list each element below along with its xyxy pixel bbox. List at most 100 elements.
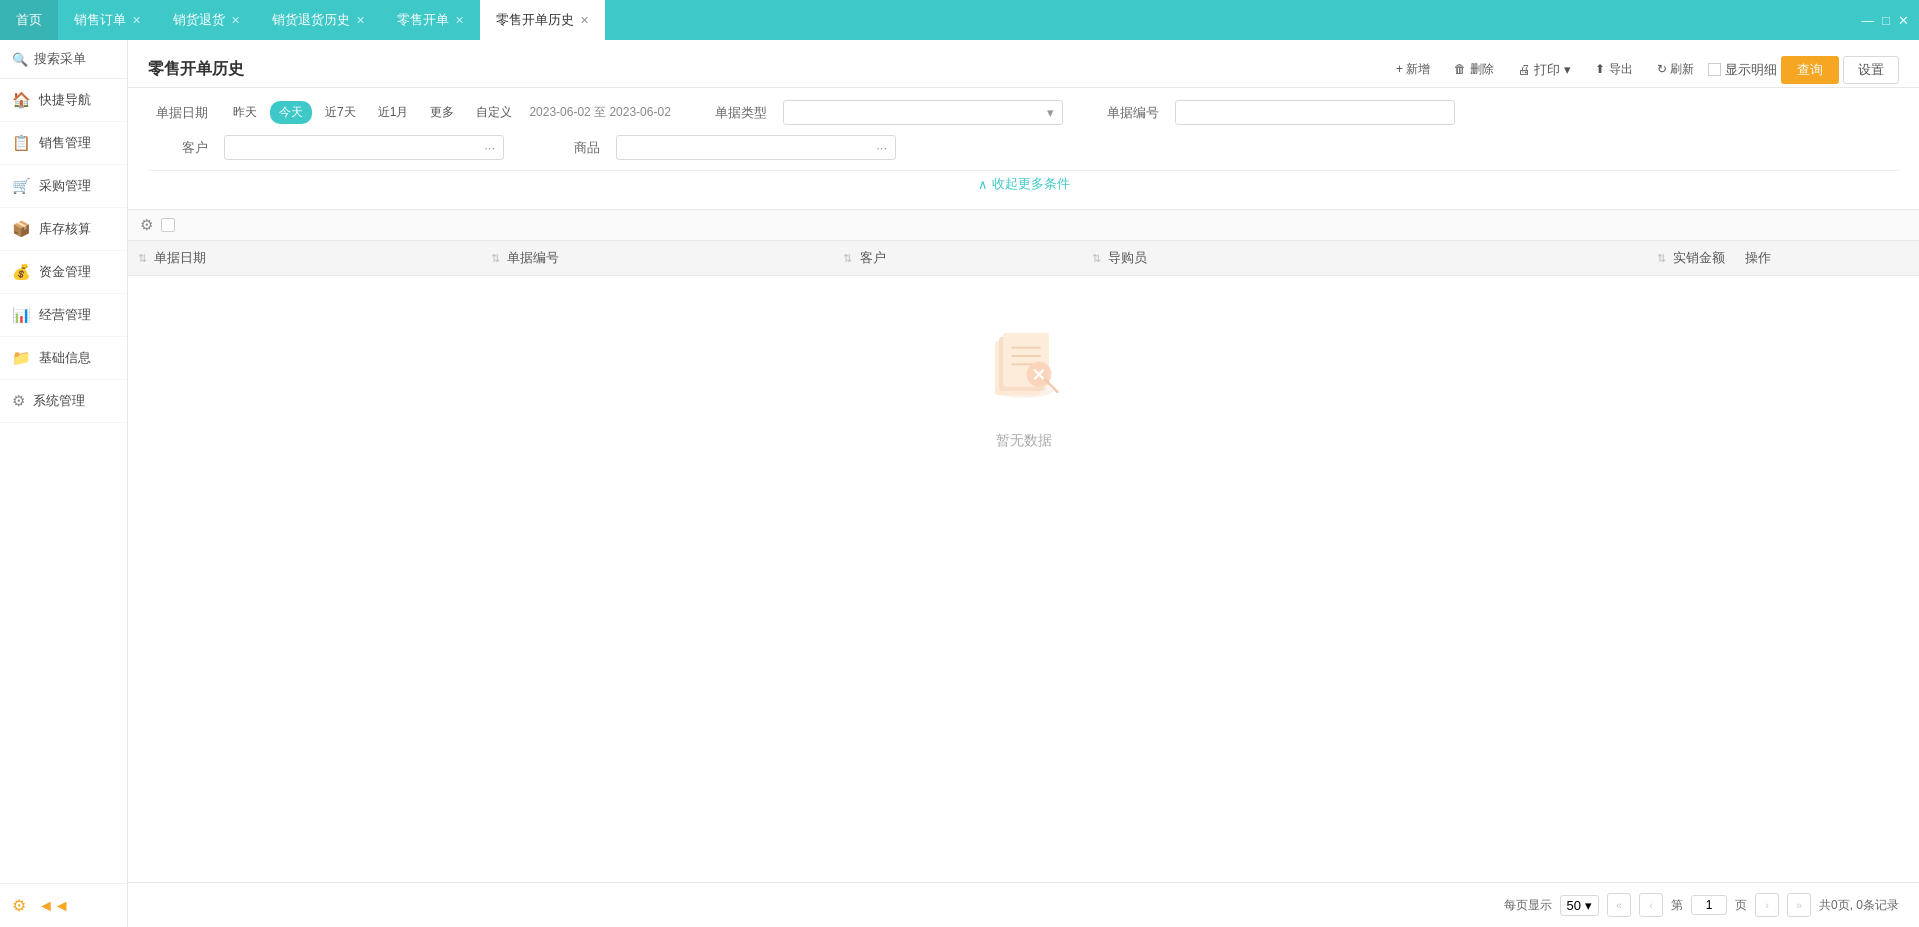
filter-date-buttons: 昨天 今天 近7天 近1月 更多 自定义 2023-06-02 至 2023-0…	[224, 101, 671, 124]
display-detail-toggle[interactable]: 显示明细	[1708, 61, 1777, 79]
print-label: 🖨 打印	[1518, 61, 1561, 79]
col-guide[interactable]: 导购员	[1082, 241, 1383, 276]
table-scroll-area[interactable]: 单据日期 单据编号 客户 导购员	[128, 241, 1919, 882]
toolbar: + 新增 🗑 删除 🖨 打印 ▾ ⬆ 导出 ↻ 刷新 显示明细 查询 设置	[1386, 56, 1899, 84]
display-detail-checkbox[interactable]	[1708, 63, 1721, 76]
next-page-btn[interactable]: ›	[1755, 893, 1779, 917]
table-area: ⚙ 单据日期 单据编号 客户	[128, 210, 1919, 882]
sidebar-item-purchase-mgmt[interactable]: 🛒 采购管理	[0, 165, 127, 208]
empty-state: 暂无数据	[128, 276, 1919, 490]
goods-filter-input-wrap: ···	[616, 135, 896, 160]
sidebar-item-purchase-mgmt-label: 采购管理	[39, 177, 91, 195]
goods-filter-label: 商品	[540, 139, 600, 157]
date-7days-btn[interactable]: 近7天	[316, 101, 365, 124]
pagination-total-info: 共0页, 0条记录	[1819, 897, 1899, 914]
query-button[interactable]: 查询	[1781, 56, 1839, 84]
display-detail-label: 显示明细	[1725, 61, 1777, 79]
settings-button[interactable]: 设置	[1843, 56, 1899, 84]
inventory-icon: 📦	[12, 220, 31, 238]
nav-tabs: 首页 销售订单 ✕ 销货退货 ✕ 销货退货历史 ✕ 零售开单 ✕ 零售开单历史 …	[0, 0, 1861, 40]
nav-tab-sales-return-close[interactable]: ✕	[231, 14, 240, 27]
customer-ellipsis-icon[interactable]: ···	[484, 140, 495, 155]
collapse-more-btn[interactable]: ∧ 收起更多条件	[148, 170, 1899, 197]
last-page-btn[interactable]: »	[1787, 893, 1811, 917]
goods-filter-input[interactable]	[625, 140, 876, 155]
settings-gear-icon[interactable]: ⚙	[12, 896, 26, 915]
per-page-arrow-icon: ▾	[1585, 898, 1592, 913]
select-all-checkbox[interactable]	[161, 218, 175, 232]
sidebar-item-inventory[interactable]: 📦 库存核算	[0, 208, 127, 251]
date-custom-btn[interactable]: 自定义	[467, 101, 521, 124]
nav-tab-sales-return-history-label: 销货退货历史	[272, 11, 350, 29]
col-amount[interactable]: 实销金额	[1383, 241, 1736, 276]
nav-tab-home[interactable]: 首页	[0, 0, 58, 40]
nav-tab-retail-open-label: 零售开单	[397, 11, 449, 29]
col-customer-label: 客户	[860, 250, 886, 265]
sidebar-item-ops-mgmt[interactable]: 📊 经营管理	[0, 294, 127, 337]
type-filter-select[interactable]: ▾	[783, 100, 1063, 125]
nav-tab-home-label: 首页	[16, 11, 42, 29]
main-layout: 🔍 搜索采单 🏠 快捷导航 📋 销售管理 🛒 采购管理 📦 库存核算 💰 资金管…	[0, 40, 1919, 927]
page-header: 零售开单历史 + 新增 🗑 删除 🖨 打印 ▾ ⬆ 导出 ↻ 刷新 显示明细 查…	[128, 40, 1919, 88]
add-button[interactable]: + 新增	[1386, 56, 1440, 83]
page-number-input[interactable]	[1691, 895, 1727, 915]
nav-tab-retail-open-history-close[interactable]: ✕	[580, 14, 589, 27]
col-amount-label: 实销金额	[1673, 250, 1725, 265]
date-range-display: 2023-06-02 至 2023-06-02	[529, 104, 670, 121]
col-date-label: 单据日期	[154, 250, 206, 265]
sidebar-item-basic-info[interactable]: 📁 基础信息	[0, 337, 127, 380]
sidebar-item-quick-nav[interactable]: 🏠 快捷导航	[0, 79, 127, 122]
table-header-row: 单据日期 单据编号 客户 导购员	[128, 241, 1919, 276]
filter-row-1: 单据日期 昨天 今天 近7天 近1月 更多 自定义 2023-06-02 至 2…	[148, 100, 1899, 125]
nav-tab-sales-order[interactable]: 销售订单 ✕	[58, 0, 157, 40]
col-number-label: 单据编号	[507, 250, 559, 265]
sidebar-item-sales-mgmt[interactable]: 📋 销售管理	[0, 122, 127, 165]
first-page-btn[interactable]: «	[1607, 893, 1631, 917]
sidebar-item-quick-nav-label: 快捷导航	[39, 91, 91, 109]
table-toolbar: ⚙	[128, 210, 1919, 241]
date-1month-btn[interactable]: 近1月	[369, 101, 418, 124]
window-maximize-btn[interactable]: □	[1882, 13, 1890, 28]
date-today-btn[interactable]: 今天	[270, 101, 312, 124]
ops-icon: 📊	[12, 306, 31, 324]
sidebar-item-ops-mgmt-label: 经营管理	[39, 306, 91, 324]
col-number[interactable]: 单据编号	[481, 241, 834, 276]
number-filter-input[interactable]	[1184, 105, 1446, 120]
pagination: 每页显示 50 ▾ « ‹ 第 页 › » 共0页, 0条记录	[128, 882, 1919, 927]
sidebar-collapse-icon[interactable]: ◄◄	[38, 897, 70, 915]
col-customer[interactable]: 客户	[833, 241, 1082, 276]
nav-tab-retail-open-close[interactable]: ✕	[455, 14, 464, 27]
date-more-btn[interactable]: 更多	[421, 101, 463, 124]
nav-tab-retail-open-history-label: 零售开单历史	[496, 11, 574, 29]
sidebar-item-sys-mgmt[interactable]: ⚙ 系统管理	[0, 380, 127, 423]
page-title: 零售开单历史	[148, 59, 244, 80]
window-close-btn[interactable]: ✕	[1898, 13, 1909, 28]
window-minimize-btn[interactable]: —	[1861, 13, 1874, 28]
nav-tab-sales-return-history-close[interactable]: ✕	[356, 14, 365, 27]
nav-tab-retail-open-history[interactable]: 零售开单历史 ✕	[480, 0, 605, 40]
nav-tab-sales-return-history[interactable]: 销货退货历史 ✕	[256, 0, 381, 40]
per-page-select[interactable]: 50 ▾	[1560, 895, 1599, 916]
date-yesterday-btn[interactable]: 昨天	[224, 101, 266, 124]
sidebar-item-finance[interactable]: 💰 资金管理	[0, 251, 127, 294]
sidebar-bottom: ⚙ ◄◄	[0, 883, 127, 927]
export-button[interactable]: ⬆ 导出	[1585, 56, 1642, 83]
customer-filter-input[interactable]	[233, 140, 484, 155]
goods-ellipsis-icon[interactable]: ···	[876, 140, 887, 155]
sidebar-search[interactable]: 🔍 搜索采单	[0, 40, 127, 79]
basic-info-icon: 📁	[12, 349, 31, 367]
sidebar-item-sales-mgmt-label: 销售管理	[39, 134, 91, 152]
collapse-icon: ∧	[978, 177, 988, 192]
nav-tab-sales-return[interactable]: 销货退货 ✕	[157, 0, 256, 40]
date-filter-label: 单据日期	[148, 104, 208, 122]
print-button[interactable]: 🖨 打印 ▾	[1508, 56, 1582, 84]
sidebar: 🔍 搜索采单 🏠 快捷导航 📋 销售管理 🛒 采购管理 📦 库存核算 💰 资金管…	[0, 40, 128, 927]
prev-page-btn[interactable]: ‹	[1639, 893, 1663, 917]
empty-state-icon	[974, 316, 1074, 416]
nav-tab-retail-open[interactable]: 零售开单 ✕	[381, 0, 480, 40]
col-date[interactable]: 单据日期	[128, 241, 481, 276]
table-settings-icon[interactable]: ⚙	[140, 216, 153, 234]
delete-button[interactable]: 🗑 删除	[1444, 56, 1503, 83]
refresh-button[interactable]: ↻ 刷新	[1647, 56, 1704, 83]
nav-tab-sales-order-close[interactable]: ✕	[132, 14, 141, 27]
